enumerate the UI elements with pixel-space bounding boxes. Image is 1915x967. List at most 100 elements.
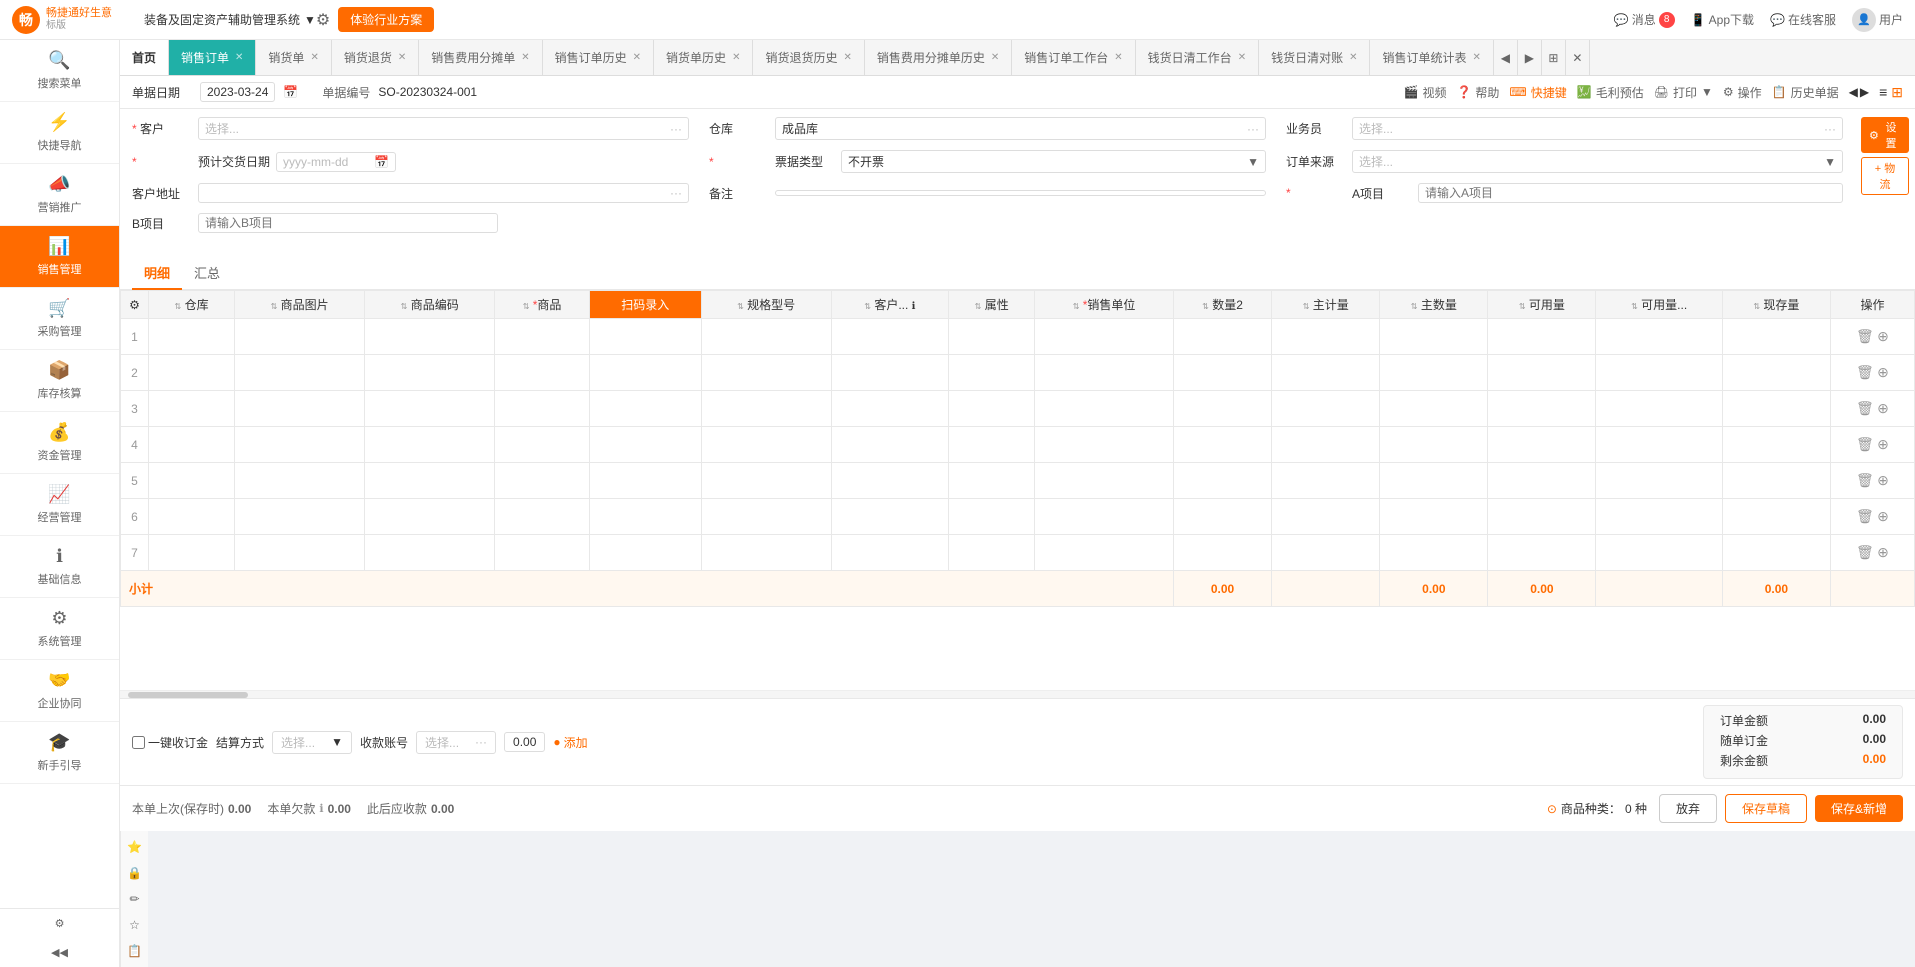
row-4-customer-code[interactable]: [831, 427, 949, 463]
sidebar-item-management[interactable]: 📈 经营管理: [0, 474, 119, 536]
th-product-code[interactable]: ⇅ 商品编码: [365, 291, 495, 319]
address-more-icon[interactable]: ···: [670, 186, 682, 200]
row-3-spec[interactable]: [701, 391, 831, 427]
row-4-code[interactable]: [365, 427, 495, 463]
sidebar-item-basic-info[interactable]: ℹ 基础信息: [0, 536, 119, 598]
th-current-stock[interactable]: ⇅ 现存量: [1722, 291, 1830, 319]
row-3-product[interactable]: [495, 391, 590, 427]
right-panel-icon-3[interactable]: ✏: [123, 887, 147, 911]
message-area[interactable]: 💬 消息 8: [1614, 11, 1675, 28]
tab-stats[interactable]: 销售订单统计表 ✕: [1370, 40, 1493, 76]
tab-close-order-workbench[interactable]: ✕: [1114, 52, 1122, 63]
project-b-input[interactable]: [198, 213, 498, 233]
row-1-unit[interactable]: [1035, 319, 1174, 355]
tab-sales-receipt[interactable]: 销货单 ✕: [256, 40, 331, 76]
row-6-copy-btn[interactable]: ⊕: [1877, 508, 1889, 525]
sidebar-collapse-btn[interactable]: ◀◀: [0, 938, 119, 967]
list-view-icon[interactable]: ≡: [1879, 84, 1887, 101]
row-7-product[interactable]: [495, 535, 590, 571]
row-3-code[interactable]: [365, 391, 495, 427]
row-4-unit[interactable]: [1035, 427, 1174, 463]
save-new-button[interactable]: 保存&新增: [1815, 795, 1903, 822]
row-7-attr[interactable]: [949, 535, 1035, 571]
row-4-delete-btn[interactable]: 🗑: [1856, 436, 1874, 453]
tab-close-sales-return[interactable]: ✕: [398, 52, 406, 63]
warehouse-more-icon[interactable]: ···: [1247, 122, 1259, 136]
th-customer-code[interactable]: ⇅ 客户... ℹ: [831, 291, 949, 319]
row-4-attr[interactable]: [949, 427, 1035, 463]
row-3-main-qty[interactable]: [1380, 391, 1488, 427]
row-6-qty2[interactable]: [1173, 499, 1271, 535]
row-2-warehouse[interactable]: [149, 355, 235, 391]
row-7-copy-btn[interactable]: ⊕: [1877, 544, 1889, 561]
row-3-qty2[interactable]: [1173, 391, 1271, 427]
row-1-warehouse[interactable]: [149, 319, 235, 355]
add-logistics-btn[interactable]: + 物流: [1861, 157, 1909, 195]
row-1-attr[interactable]: [949, 319, 1035, 355]
row-6-warehouse[interactable]: [149, 499, 235, 535]
row-2-customer-code[interactable]: [831, 355, 949, 391]
sidebar-item-cooperation[interactable]: 🤝 企业协同: [0, 660, 119, 722]
row-6-attr[interactable]: [949, 499, 1035, 535]
settings-btn[interactable]: ⚙ 设置: [1861, 117, 1909, 153]
view-btn[interactable]: 🎬 视频: [1403, 84, 1446, 101]
row-7-customer-code[interactable]: [831, 535, 949, 571]
calendar-icon[interactable]: 📅: [283, 85, 298, 99]
quick-settle-check[interactable]: [132, 736, 145, 749]
tab-nav-right[interactable]: ▶: [1518, 40, 1542, 76]
sidebar-item-search[interactable]: 🔍 搜索菜单: [0, 40, 119, 102]
tab-close-daily-reconcile[interactable]: ✕: [1349, 52, 1357, 63]
print-btn[interactable]: 🖨 打印 ▼: [1654, 84, 1713, 101]
row-1-copy-btn[interactable]: ⊕: [1877, 328, 1889, 345]
tab-order-history[interactable]: 销售订单历史 ✕: [543, 40, 654, 76]
tab-nav-close-all[interactable]: ✕: [1566, 40, 1590, 76]
settings-gear-icon[interactable]: ⚙: [316, 10, 330, 30]
row-6-unit[interactable]: [1035, 499, 1174, 535]
shortcut-btn[interactable]: ⌨ 快捷键: [1509, 84, 1566, 101]
tab-daily-reconcile[interactable]: 钱货日清对账 ✕: [1259, 40, 1370, 76]
row-3-copy-btn[interactable]: ⊕: [1877, 400, 1889, 417]
delivery-input[interactable]: yyyy-mm-dd 📅: [276, 152, 396, 172]
sidebar-item-finance[interactable]: 💰 资金管理: [0, 412, 119, 474]
tab-close-sales-receipt[interactable]: ✕: [310, 52, 318, 63]
date-value[interactable]: 2023-03-24: [200, 82, 275, 102]
right-panel-icon-1[interactable]: ⭐: [123, 835, 147, 859]
sidebar-item-sales[interactable]: 📊 销售管理: [0, 226, 119, 288]
row-2-spec[interactable]: [701, 355, 831, 391]
tab-close-order-history[interactable]: ✕: [633, 52, 641, 63]
row-1-code[interactable]: [365, 319, 495, 355]
sidebar-settings-btn[interactable]: ⚙: [0, 909, 119, 938]
project-a-input[interactable]: [1418, 183, 1843, 203]
row-5-unit[interactable]: [1035, 463, 1174, 499]
th-spec[interactable]: ⇅ 规格型号: [701, 291, 831, 319]
tab-receipt-history[interactable]: 销货单历史 ✕: [654, 40, 753, 76]
row-6-spec[interactable]: [701, 499, 831, 535]
row-2-code[interactable]: [365, 355, 495, 391]
tab-nav-expand[interactable]: ⊞: [1542, 40, 1566, 76]
tab-home[interactable]: 首页: [120, 40, 169, 76]
th-product-image[interactable]: ⇅ 商品图片: [235, 291, 365, 319]
help-btn[interactable]: ❓ 帮助: [1456, 84, 1499, 101]
tab-fee-split[interactable]: 销售费用分摊单 ✕: [419, 40, 542, 76]
row-7-code[interactable]: [365, 535, 495, 571]
tab-daily-clear[interactable]: 钱货日清工作台 ✕: [1136, 40, 1259, 76]
row-3-unit[interactable]: [1035, 391, 1174, 427]
tab-detail[interactable]: 明细: [132, 259, 182, 290]
th-product[interactable]: ⇅ *商品: [495, 291, 590, 319]
row-6-product[interactable]: [495, 499, 590, 535]
history-btn[interactable]: 📋 历史单据: [1772, 84, 1839, 101]
sidebar-item-marketing[interactable]: 📣 营销推广: [0, 164, 119, 226]
row-2-delete-btn[interactable]: 🗑: [1856, 364, 1874, 381]
row-6-code[interactable]: [365, 499, 495, 535]
tab-close-stats[interactable]: ✕: [1473, 52, 1481, 63]
th-warehouse[interactable]: ⇅ 仓库: [149, 291, 235, 319]
tab-close-receipt-history[interactable]: ✕: [732, 52, 740, 63]
account-select[interactable]: 选择... ···: [416, 731, 496, 754]
th-qty2[interactable]: ⇅ 数量2: [1173, 291, 1271, 319]
row-4-warehouse[interactable]: [149, 427, 235, 463]
row-7-delete-btn[interactable]: 🗑: [1856, 544, 1874, 561]
row-6-customer-code[interactable]: [831, 499, 949, 535]
delivery-calendar-icon[interactable]: 📅: [374, 155, 389, 169]
profit-btn[interactable]: 💹 毛利预估: [1577, 84, 1644, 101]
save-draft-button[interactable]: 保存草稿: [1725, 794, 1807, 823]
